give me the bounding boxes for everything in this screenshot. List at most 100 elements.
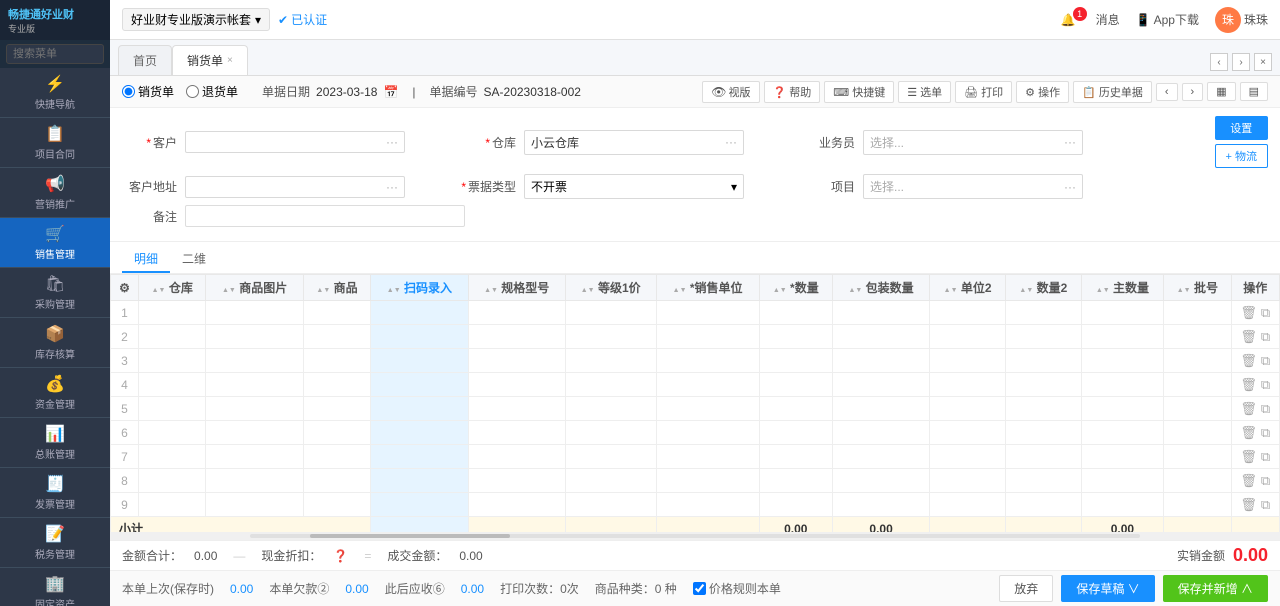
set-btn[interactable]: 设置: [1215, 116, 1268, 140]
radio-sale-input[interactable]: [122, 85, 135, 98]
sidebar-item-label: 资金管理: [35, 396, 75, 411]
delete-icon[interactable]: 🗑: [1240, 353, 1257, 369]
print-btn[interactable]: 🖨 打印: [955, 81, 1012, 103]
help-icon[interactable]: ❓: [333, 549, 348, 563]
th-spec: ▲▼ 规格型号: [468, 275, 565, 301]
sidebar-item-marketing[interactable]: 📢 营销推广: [0, 168, 110, 218]
cell-unit2[interactable]: [930, 301, 1006, 325]
project-input[interactable]: 选择... ···: [863, 174, 1083, 199]
cell-scan[interactable]: [371, 301, 468, 325]
staff-input[interactable]: 选择... ···: [863, 130, 1083, 155]
table-wrapper[interactable]: ⚙ ▲▼ 仓库 ▲▼ 商品图片 ▲▼ 商品 ▲▼ 扫码录入: [110, 274, 1280, 532]
select-btn[interactable]: ☰ 选单: [898, 81, 951, 103]
calendar-icon[interactable]: 📅: [383, 85, 398, 99]
delete-icon[interactable]: 🗑: [1240, 425, 1257, 441]
discard-btn[interactable]: 放弃: [999, 575, 1053, 602]
tab-nav: ‹ › ×: [1210, 53, 1272, 75]
cell-pkg[interactable]: [832, 301, 929, 325]
customer-input[interactable]: ···: [185, 131, 405, 153]
sidebar-item-sales[interactable]: 🛒 销售管理: [0, 218, 110, 268]
list-view-btn[interactable]: ▦: [1207, 82, 1235, 101]
user-avatar-action[interactable]: 珠 珠珠: [1215, 7, 1268, 33]
prev-record-btn[interactable]: ‹: [1156, 83, 1178, 101]
view-btn[interactable]: 👁 视版: [702, 81, 759, 103]
tabbar: 首页 销货单 × ‹ › ×: [110, 40, 1280, 76]
sidebar-item-invoice[interactable]: 🧾 发票管理: [0, 468, 110, 518]
sidebar-item-fixed-assets[interactable]: 🏢 固定资产: [0, 568, 110, 606]
sidebar-item-tax[interactable]: 📝 税务管理: [0, 518, 110, 568]
sidebar-item-purchase[interactable]: 🛍 采购管理: [0, 268, 110, 318]
delete-icon[interactable]: 🗑: [1240, 401, 1257, 417]
cell-qty[interactable]: [759, 301, 832, 325]
table-tab-detail[interactable]: 明细: [122, 246, 170, 273]
tab-next-btn[interactable]: ›: [1232, 53, 1250, 71]
price-check-label[interactable]: 价格规则本单: [693, 580, 781, 597]
radio-return[interactable]: 退货单: [186, 83, 238, 100]
tab-home[interactable]: 首页: [118, 45, 172, 75]
cell-qty2[interactable]: [1005, 301, 1081, 325]
copy-icon[interactable]: ⧉: [1261, 305, 1270, 321]
invoice-select[interactable]: 不开票 ▾: [524, 174, 744, 199]
search-input[interactable]: [6, 44, 104, 64]
message-action[interactable]: 🔔 1 消息: [1061, 11, 1120, 28]
warehouse-input[interactable]: 小云仓库 ···: [524, 130, 744, 155]
copy-icon[interactable]: ⧉: [1261, 497, 1270, 513]
copy-icon[interactable]: ⧉: [1261, 425, 1270, 441]
logistics-btn[interactable]: + 物流: [1215, 144, 1268, 168]
tab-sale-order[interactable]: 销货单 ×: [172, 45, 248, 75]
scroll-thumb[interactable]: [310, 534, 510, 538]
price-check-input[interactable]: [693, 582, 706, 595]
delete-icon[interactable]: 🗑: [1240, 473, 1257, 489]
copy-icon[interactable]: ⧉: [1261, 449, 1270, 465]
cell-price[interactable]: [565, 301, 656, 325]
cell-unit[interactable]: [656, 301, 759, 325]
th-scan[interactable]: ▲▼ 扫码录入: [371, 275, 468, 301]
cell-warehouse[interactable]: [139, 301, 206, 325]
sidebar-item-label: 税务管理: [35, 546, 75, 561]
history-btn[interactable]: 📋 历史单据: [1073, 81, 1152, 103]
th-settings[interactable]: ⚙: [111, 275, 139, 301]
sidebar-item-capital[interactable]: 💰 资金管理: [0, 368, 110, 418]
cell-spec[interactable]: [468, 301, 565, 325]
help-btn[interactable]: ❓ 帮助: [764, 81, 821, 103]
message-label: 消息: [1096, 11, 1120, 28]
product-types-label[interactable]: 商品种类：0 种: [595, 580, 677, 597]
sidebar-item-inventory[interactable]: 📦 库存核算: [0, 318, 110, 368]
operate-btn[interactable]: ⚙ 操作: [1016, 81, 1069, 103]
save-new-btn[interactable]: 保存并新增 ∧: [1163, 575, 1268, 602]
next-record-btn[interactable]: ›: [1182, 83, 1204, 101]
copy-icon[interactable]: ⧉: [1261, 401, 1270, 417]
dropdown-icon: ▾: [255, 13, 261, 27]
cell-img[interactable]: [206, 301, 303, 325]
cell-main-qty[interactable]: [1081, 301, 1163, 325]
sidebar-item-project[interactable]: 📋 项目合同: [0, 118, 110, 168]
subtotal-label: 小计: [111, 517, 371, 533]
warehouse-dots: ···: [725, 135, 737, 149]
tab-close-all-btn[interactable]: ×: [1254, 53, 1272, 71]
company-selector[interactable]: 好业财专业版演示帐套 ▾: [122, 8, 270, 31]
copy-icon[interactable]: ⧉: [1261, 329, 1270, 345]
detail-view-btn[interactable]: ▤: [1240, 82, 1268, 101]
sidebar-item-general[interactable]: 📊 总账管理: [0, 418, 110, 468]
delete-icon[interactable]: 🗑: [1240, 449, 1257, 465]
cell-product[interactable]: [303, 301, 370, 325]
address-input[interactable]: ···: [185, 176, 405, 198]
copy-icon[interactable]: ⧉: [1261, 377, 1270, 393]
radio-sale[interactable]: 销货单: [122, 83, 174, 100]
tab-prev-btn[interactable]: ‹: [1210, 53, 1228, 71]
cell-batch[interactable]: [1164, 301, 1231, 325]
radio-return-input[interactable]: [186, 85, 199, 98]
delete-icon[interactable]: 🗑: [1240, 329, 1257, 345]
table-tab-2d[interactable]: 二维: [170, 246, 218, 273]
note-input[interactable]: [185, 205, 465, 227]
app-download-action[interactable]: 📱 App下载: [1136, 11, 1199, 28]
copy-icon[interactable]: ⧉: [1261, 353, 1270, 369]
sidebar-item-quick-nav[interactable]: ⚡ 快捷导航: [0, 68, 110, 118]
copy-icon[interactable]: ⧉: [1261, 473, 1270, 489]
delete-icon[interactable]: 🗑: [1240, 377, 1257, 393]
delete-icon[interactable]: 🗑: [1240, 497, 1257, 513]
shortcut-btn[interactable]: ⌨ 快捷键: [824, 81, 894, 103]
tab-close-icon[interactable]: ×: [227, 55, 233, 66]
save-draft-btn[interactable]: 保存草稿 ∨: [1061, 575, 1154, 602]
delete-icon[interactable]: 🗑: [1240, 305, 1257, 321]
